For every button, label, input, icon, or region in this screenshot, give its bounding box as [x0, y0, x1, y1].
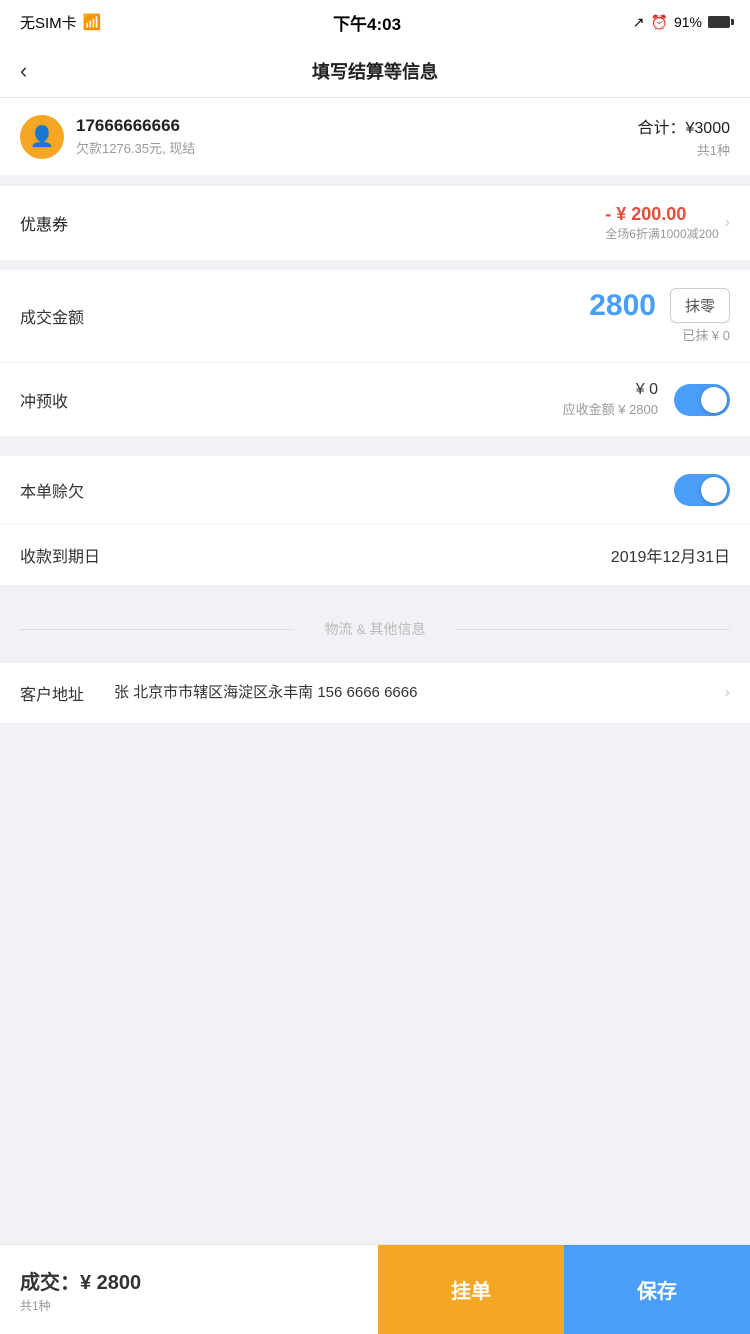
pending-label: 挂单	[451, 1275, 491, 1304]
address-label: 客户地址	[20, 681, 100, 705]
due-date-value: 2019年12月31日	[611, 543, 730, 567]
pre-collect-row: 冲预收 ¥ 0 应收金额 ¥ 2800	[0, 363, 750, 436]
coupon-amount: - ¥ 200.00	[605, 204, 718, 225]
coupon-description: 全场6折满1000减200	[605, 225, 718, 242]
bottom-deal: 成交：¥ 2800	[20, 1266, 358, 1295]
bottom-bar: 成交：¥ 2800 共1种 挂单 保存	[0, 1244, 750, 1334]
status-time: 下午4:03	[333, 10, 401, 35]
due-date-row: 收款到期日 2019年12月31日	[0, 525, 750, 585]
debt-label: 本单赊欠	[20, 478, 84, 502]
battery-label: 91%	[674, 14, 702, 30]
debt-toggle[interactable]	[674, 474, 730, 506]
content-area: 👤 17666666666 欠款1276.35元, 现结 合计：¥3000 共1…	[0, 98, 750, 893]
pre-collect-value: ¥ 0	[563, 381, 658, 399]
carrier-label: 无SIM卡	[20, 12, 77, 33]
coupon-label: 优惠券	[20, 211, 68, 235]
status-left: 无SIM卡 📶	[20, 12, 101, 33]
user-right: 合计：¥3000 共1种	[638, 114, 731, 159]
form-section: 成交金额 2800 抹零 已抹 ¥ 0 冲预收 ¥ 0 应收金额 ¥ 2800	[0, 270, 750, 436]
total-amount: 合计：¥3000	[638, 114, 731, 138]
bottom-summary: 成交：¥ 2800 共1种	[0, 1266, 378, 1314]
nav-bar: ‹ 填写结算等信息	[0, 44, 750, 98]
already-rounded: 已抹 ¥ 0	[589, 325, 730, 344]
pre-collect-right: ¥ 0 应收金额 ¥ 2800	[563, 381, 730, 418]
coupon-chevron: ›	[725, 214, 730, 232]
wifi-icon: 📶	[83, 13, 102, 31]
deal-amount-right: 2800 抹零 已抹 ¥ 0	[589, 288, 730, 344]
debt-section: 本单赊欠 收款到期日 2019年12月31日	[0, 456, 750, 585]
bottom-count: 共1种	[20, 1297, 358, 1314]
deal-amount-row: 成交金额 2800 抹零 已抹 ¥ 0	[0, 270, 750, 363]
pre-collect-values: ¥ 0 应收金额 ¥ 2800	[563, 381, 658, 418]
logistics-label-text: 物流 & 其他信息	[324, 619, 425, 639]
pending-button[interactable]: 挂单	[378, 1245, 564, 1334]
save-label: 保存	[637, 1275, 677, 1304]
deal-prefix: 成交：	[20, 1272, 80, 1294]
back-button[interactable]: ‹	[20, 58, 27, 84]
logistics-section-label: 物流 & 其他信息	[0, 605, 750, 653]
divider-5	[0, 723, 750, 803]
debt-row: 本单赊欠	[0, 456, 750, 525]
divider-4	[0, 653, 750, 663]
item-count: 共1种	[638, 140, 731, 159]
page-title: 填写结算等信息	[312, 58, 438, 84]
user-card: 👤 17666666666 欠款1276.35元, 现结 合计：¥3000 共1…	[0, 98, 750, 175]
address-value: 张 北京市市辖区海淀区永丰南 156 6666 6666	[114, 682, 711, 705]
save-button[interactable]: 保存	[564, 1245, 750, 1334]
debt-toggle-knob	[701, 477, 727, 503]
avatar: 👤	[20, 115, 64, 159]
pre-collect-label: 冲预收	[20, 388, 68, 412]
status-right: ↗ ⏰ 91%	[633, 14, 730, 31]
divider-2	[0, 446, 750, 456]
pre-collect-toggle[interactable]	[674, 384, 730, 416]
user-sub: 欠款1276.35元, 现结	[76, 138, 195, 157]
deal-amount-value: 2800	[589, 289, 656, 323]
deal-amount-label: 成交金额	[20, 304, 84, 328]
alarm-icon: ⏰	[651, 14, 668, 31]
divider-1	[0, 260, 750, 270]
toggle-knob	[701, 387, 727, 413]
location-icon: ↗	[633, 14, 645, 31]
user-phone: 17666666666	[76, 116, 195, 136]
battery-icon	[708, 16, 730, 28]
divider-3	[0, 595, 750, 605]
user-info: 17666666666 欠款1276.35元, 现结	[76, 116, 195, 157]
pre-collect-meta: 应收金额 ¥ 2800	[563, 399, 658, 418]
amount-right: 2800 抹零	[589, 288, 730, 323]
status-bar: 无SIM卡 📶 下午4:03 ↗ ⏰ 91%	[0, 0, 750, 44]
coupon-right: - ¥ 200.00 全场6折满1000减200 ›	[605, 204, 730, 242]
address-row[interactable]: 客户地址 张 北京市市辖区海淀区永丰南 156 6666 6666 ›	[0, 663, 750, 723]
round-button[interactable]: 抹零	[670, 288, 730, 323]
coupon-row[interactable]: 优惠券 - ¥ 200.00 全场6折满1000减200 ›	[0, 185, 750, 260]
due-date-label: 收款到期日	[20, 543, 100, 567]
bottom-deal-amount: ¥ 2800	[80, 1272, 141, 1294]
user-left: 👤 17666666666 欠款1276.35元, 现结	[20, 115, 195, 159]
address-chevron: ›	[725, 684, 730, 702]
